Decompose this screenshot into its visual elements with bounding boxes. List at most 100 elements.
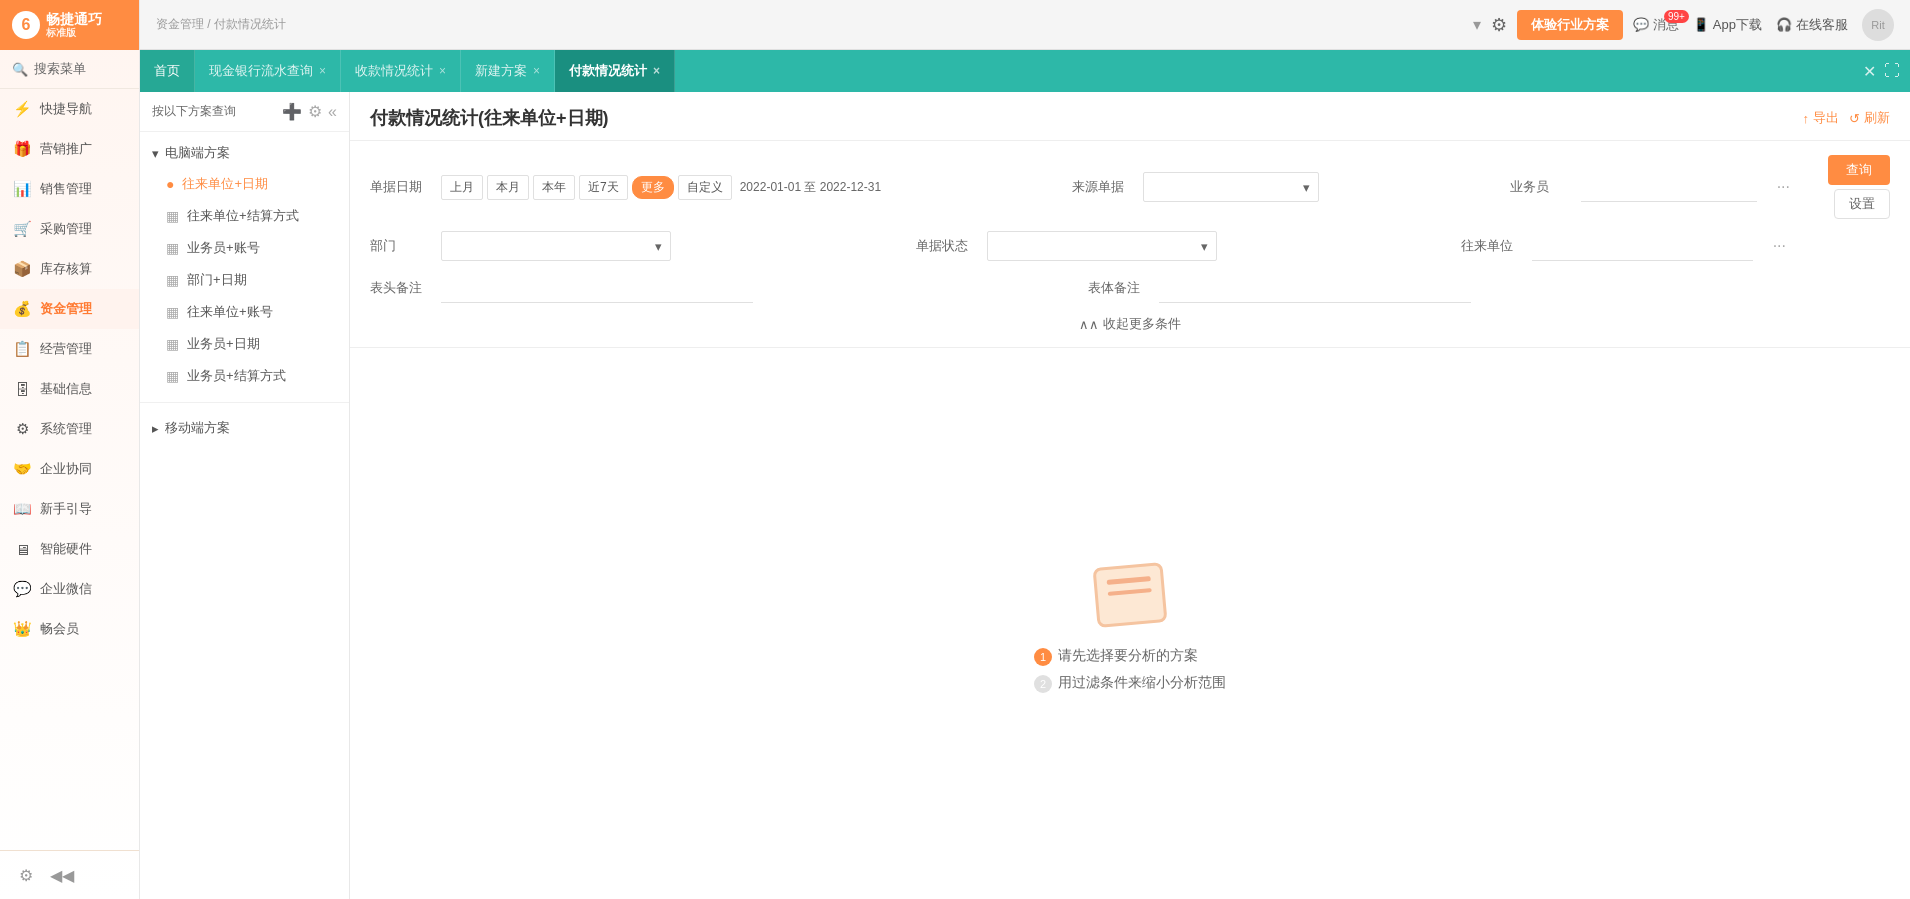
- panel-collapse-btn[interactable]: «: [328, 103, 337, 121]
- service-btn[interactable]: 🎧 在线客服: [1776, 16, 1848, 34]
- partner-ellipsis-btn[interactable]: ···: [1769, 237, 1790, 255]
- topbar-dropdown-icon[interactable]: ▾: [1473, 15, 1481, 34]
- sidebar-item-quicknav[interactable]: ⚡ 快捷导航: [0, 89, 139, 129]
- sidebar-item-marketing[interactable]: 🎁 营销推广: [0, 129, 139, 169]
- topbar-settings-icon[interactable]: ⚙: [1491, 14, 1507, 36]
- sidebar-item-operations[interactable]: 📋 经营管理: [0, 329, 139, 369]
- salesman-ellipsis-btn[interactable]: ···: [1773, 178, 1794, 196]
- source-select[interactable]: ▾: [1143, 172, 1320, 202]
- marketing-icon: 🎁: [12, 140, 32, 158]
- sidebar-item-label: 经营管理: [40, 340, 92, 358]
- tab-payments-close-icon[interactable]: ×: [653, 64, 660, 78]
- collapse-btn[interactable]: ∧∧ 收起更多条件: [1079, 315, 1181, 333]
- sidebar-collapse-btn[interactable]: ◀◀: [48, 861, 76, 889]
- sidebar-settings-btn[interactable]: ⚙: [12, 861, 40, 889]
- sidebar-item-weixin[interactable]: 💬 企业微信: [0, 569, 139, 609]
- tree-item-unit-settle[interactable]: ▦ 往来单位+结算方式: [140, 200, 349, 232]
- sidebar-item-sales[interactable]: 📊 销售管理: [0, 169, 139, 209]
- sidebar: 6 畅捷通巧 标准版 🔍 搜索菜单 ⚡ 快捷导航 🎁 营销推广 📊 销售管理 🛒…: [0, 0, 140, 899]
- date-btn-custom[interactable]: 自定义: [678, 175, 732, 200]
- body-note-input[interactable]: [1159, 273, 1471, 303]
- date-btn-last-month[interactable]: 上月: [441, 175, 483, 200]
- sidebar-item-label: 库存核算: [40, 260, 92, 278]
- date-btn-this-year[interactable]: 本年: [533, 175, 575, 200]
- tree-item-salesman-date[interactable]: ▦ 业务员+日期: [140, 328, 349, 360]
- sidebar-item-label: 销售管理: [40, 180, 92, 198]
- add-plan-btn[interactable]: ➕: [282, 102, 302, 121]
- salesman-input[interactable]: [1581, 172, 1757, 202]
- user-avatar[interactable]: Rit: [1862, 9, 1894, 41]
- tab-home[interactable]: 首页: [140, 50, 195, 92]
- partner-label: 往来单位: [1461, 237, 1516, 255]
- sidebar-item-label: 采购管理: [40, 220, 92, 238]
- header-note-input[interactable]: [441, 273, 753, 303]
- trial-button[interactable]: 体验行业方案: [1517, 10, 1623, 40]
- sidebar-item-inventory[interactable]: 📦 库存核算: [0, 249, 139, 289]
- tree-item-salesman-settle[interactable]: ▦ 业务员+结算方式: [140, 360, 349, 392]
- empty-state: 1 请先选择要分析的方案 2 用过滤条件来缩小分析范围: [350, 348, 1910, 899]
- sidebar-item-basics[interactable]: 🗄 基础信息: [0, 369, 139, 409]
- sidebar-search[interactable]: 🔍 搜索菜单: [0, 50, 139, 89]
- sidebar-item-collab[interactable]: 🤝 企业协同: [0, 449, 139, 489]
- tab-payments-label: 付款情况统计: [569, 62, 647, 80]
- tab-receipts[interactable]: 收款情况统计 ×: [341, 50, 461, 92]
- tab-close-all-btn[interactable]: ✕: [1863, 62, 1876, 81]
- messages-btn[interactable]: 💬 消息 99+: [1633, 16, 1679, 34]
- sidebar-item-system[interactable]: ⚙ 系统管理: [0, 409, 139, 449]
- filter-settings-btn[interactable]: 设置: [1834, 189, 1890, 219]
- plan-settings-btn[interactable]: ⚙: [308, 102, 322, 121]
- sidebar-item-purchase[interactable]: 🛒 采购管理: [0, 209, 139, 249]
- date-btn-more[interactable]: 更多: [632, 176, 674, 199]
- basics-icon: 🗄: [12, 381, 32, 398]
- page-header: 付款情况统计(往来单位+日期) ↑ 导出 ↺ 刷新: [350, 92, 1910, 141]
- tab-expand-btn[interactable]: ⛶: [1884, 62, 1900, 80]
- tree-item-label: 业务员+日期: [187, 335, 260, 353]
- plan-icon-5: ▦: [166, 336, 179, 352]
- mobile-section-header[interactable]: ▸ 移动端方案: [140, 413, 349, 443]
- desktop-section-header[interactable]: ▾ 电脑端方案: [140, 138, 349, 168]
- empty-icon-box: [1093, 562, 1168, 628]
- sidebar-item-funds[interactable]: 💰 资金管理: [0, 289, 139, 329]
- date-btn-7days[interactable]: 近7天: [579, 175, 628, 200]
- collapse-row: ∧∧ 收起更多条件: [370, 315, 1890, 333]
- sidebar-item-label: 营销推广: [40, 140, 92, 158]
- sidebar-item-hardware[interactable]: 🖥 智能硬件: [0, 529, 139, 569]
- date-btn-this-month[interactable]: 本月: [487, 175, 529, 200]
- export-btn[interactable]: ↑ 导出: [1803, 109, 1840, 127]
- hint-num-2: 2: [1034, 675, 1052, 693]
- body-note-label: 表体备注: [1088, 279, 1143, 297]
- tab-bank-close-icon[interactable]: ×: [319, 64, 326, 78]
- messages-badge: 99+: [1664, 10, 1689, 23]
- export-label: 导出: [1813, 109, 1839, 127]
- topbar-right: 💬 消息 99+ 📱 App下载 🎧 在线客服 Rit: [1633, 9, 1894, 41]
- tree-item-unit-date[interactable]: ● 往来单位+日期: [140, 168, 349, 200]
- dept-select[interactable]: ▾: [441, 231, 671, 261]
- tree-item-salesman-account[interactable]: ▦ 业务员+账号: [140, 232, 349, 264]
- main-area: 资金管理 / 付款情况统计 ▾ ⚙ 体验行业方案 💬 消息 99+ 📱 App下…: [140, 0, 1910, 899]
- refresh-btn[interactable]: ↺ 刷新: [1849, 109, 1890, 127]
- tab-newplan-close-icon[interactable]: ×: [533, 64, 540, 78]
- query-btn[interactable]: 查询: [1828, 155, 1890, 185]
- filter-row-1: 单据日期 上月 本月 本年 近7天 更多 自定义 2022-01-01 至 20…: [370, 155, 1890, 219]
- tab-payments[interactable]: 付款情况统计 ×: [555, 50, 675, 92]
- section-chevron-icon: ▾: [152, 146, 159, 161]
- status-select[interactable]: ▾: [987, 231, 1217, 261]
- tab-receipts-close-icon[interactable]: ×: [439, 64, 446, 78]
- plan-icon-1: ▦: [166, 208, 179, 224]
- sales-icon: 📊: [12, 180, 32, 198]
- tab-newplan[interactable]: 新建方案 ×: [461, 50, 555, 92]
- app-label: App下载: [1713, 16, 1762, 34]
- sidebar-item-guide[interactable]: 📖 新手引导: [0, 489, 139, 529]
- sidebar-item-label: 新手引导: [40, 500, 92, 518]
- sidebar-item-member[interactable]: 👑 畅会员: [0, 609, 139, 649]
- sidebar-nav: ⚡ 快捷导航 🎁 营销推广 📊 销售管理 🛒 采购管理 📦 库存核算 💰 资金管…: [0, 89, 139, 850]
- partner-input[interactable]: [1532, 231, 1752, 261]
- source-chevron-icon: ▾: [1303, 180, 1310, 195]
- tree-item-dept-date[interactable]: ▦ 部门+日期: [140, 264, 349, 296]
- app-download-btn[interactable]: 📱 App下载: [1693, 16, 1762, 34]
- tree-item-unit-account[interactable]: ▦ 往来单位+账号: [140, 296, 349, 328]
- hint-text-1: 请先选择要分析的方案: [1058, 647, 1198, 665]
- date-quick-btns: 上月 本月 本年 近7天 更多 自定义 2022-01-01 至 2022-12…: [441, 175, 881, 200]
- dept-label: 部门: [370, 237, 425, 255]
- tab-bank[interactable]: 现金银行流水查询 ×: [195, 50, 341, 92]
